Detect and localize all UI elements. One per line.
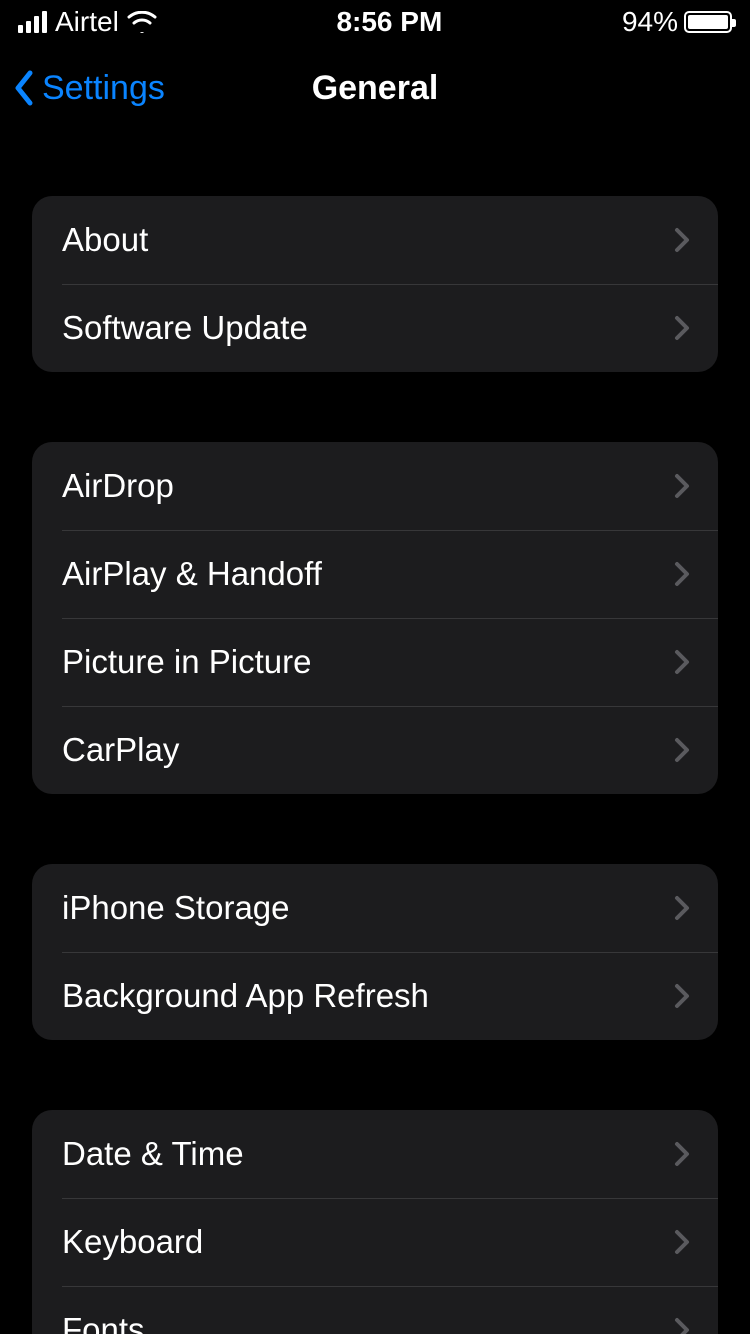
- row-label: CarPlay: [62, 731, 179, 769]
- chevron-right-icon: [674, 983, 690, 1009]
- nav-bar: Settings General: [0, 44, 750, 132]
- group-storage: iPhone Storage Background App Refresh: [32, 864, 718, 1040]
- chevron-right-icon: [674, 1229, 690, 1255]
- chevron-right-icon: [674, 895, 690, 921]
- chevron-right-icon: [674, 1141, 690, 1167]
- chevron-left-icon: [12, 69, 36, 107]
- chevron-right-icon: [674, 227, 690, 253]
- row-airplay-handoff[interactable]: AirPlay & Handoff: [32, 530, 718, 618]
- battery-percent: 94%: [622, 6, 678, 38]
- status-bar: Airtel 8:56 PM 94%: [0, 0, 750, 44]
- carrier-label: Airtel: [55, 6, 119, 38]
- chevron-right-icon: [674, 473, 690, 499]
- row-about[interactable]: About: [32, 196, 718, 284]
- row-label: iPhone Storage: [62, 889, 290, 927]
- row-software-update[interactable]: Software Update: [32, 284, 718, 372]
- row-label: Background App Refresh: [62, 977, 429, 1015]
- row-keyboard[interactable]: Keyboard: [32, 1198, 718, 1286]
- row-label: AirDrop: [62, 467, 174, 505]
- group-date-time: Date & Time Keyboard Fonts: [32, 1110, 718, 1334]
- chevron-right-icon: [674, 315, 690, 341]
- row-background-app-refresh[interactable]: Background App Refresh: [32, 952, 718, 1040]
- status-right: 94%: [622, 6, 732, 38]
- row-fonts[interactable]: Fonts: [32, 1286, 718, 1334]
- row-label: About: [62, 221, 148, 259]
- battery-icon: [684, 11, 732, 33]
- signal-icon: [18, 11, 47, 33]
- content: About Software Update AirDrop AirPlay & …: [0, 132, 750, 1334]
- row-label: Software Update: [62, 309, 308, 347]
- row-label: Picture in Picture: [62, 643, 311, 681]
- row-airdrop[interactable]: AirDrop: [32, 442, 718, 530]
- row-label: Date & Time: [62, 1135, 244, 1173]
- chevron-right-icon: [674, 561, 690, 587]
- row-label: AirPlay & Handoff: [62, 555, 322, 593]
- row-label: Fonts: [62, 1311, 145, 1334]
- chevron-right-icon: [674, 1317, 690, 1334]
- row-carplay[interactable]: CarPlay: [32, 706, 718, 794]
- group-about: About Software Update: [32, 196, 718, 372]
- status-left: Airtel: [18, 6, 157, 38]
- back-button[interactable]: Settings: [0, 69, 165, 108]
- chevron-right-icon: [674, 737, 690, 763]
- wifi-icon: [127, 11, 157, 33]
- status-time: 8:56 PM: [336, 6, 442, 38]
- row-iphone-storage[interactable]: iPhone Storage: [32, 864, 718, 952]
- row-label: Keyboard: [62, 1223, 203, 1261]
- row-date-time[interactable]: Date & Time: [32, 1110, 718, 1198]
- chevron-right-icon: [674, 649, 690, 675]
- back-label: Settings: [42, 69, 165, 108]
- group-airdrop: AirDrop AirPlay & Handoff Picture in Pic…: [32, 442, 718, 794]
- row-picture-in-picture[interactable]: Picture in Picture: [32, 618, 718, 706]
